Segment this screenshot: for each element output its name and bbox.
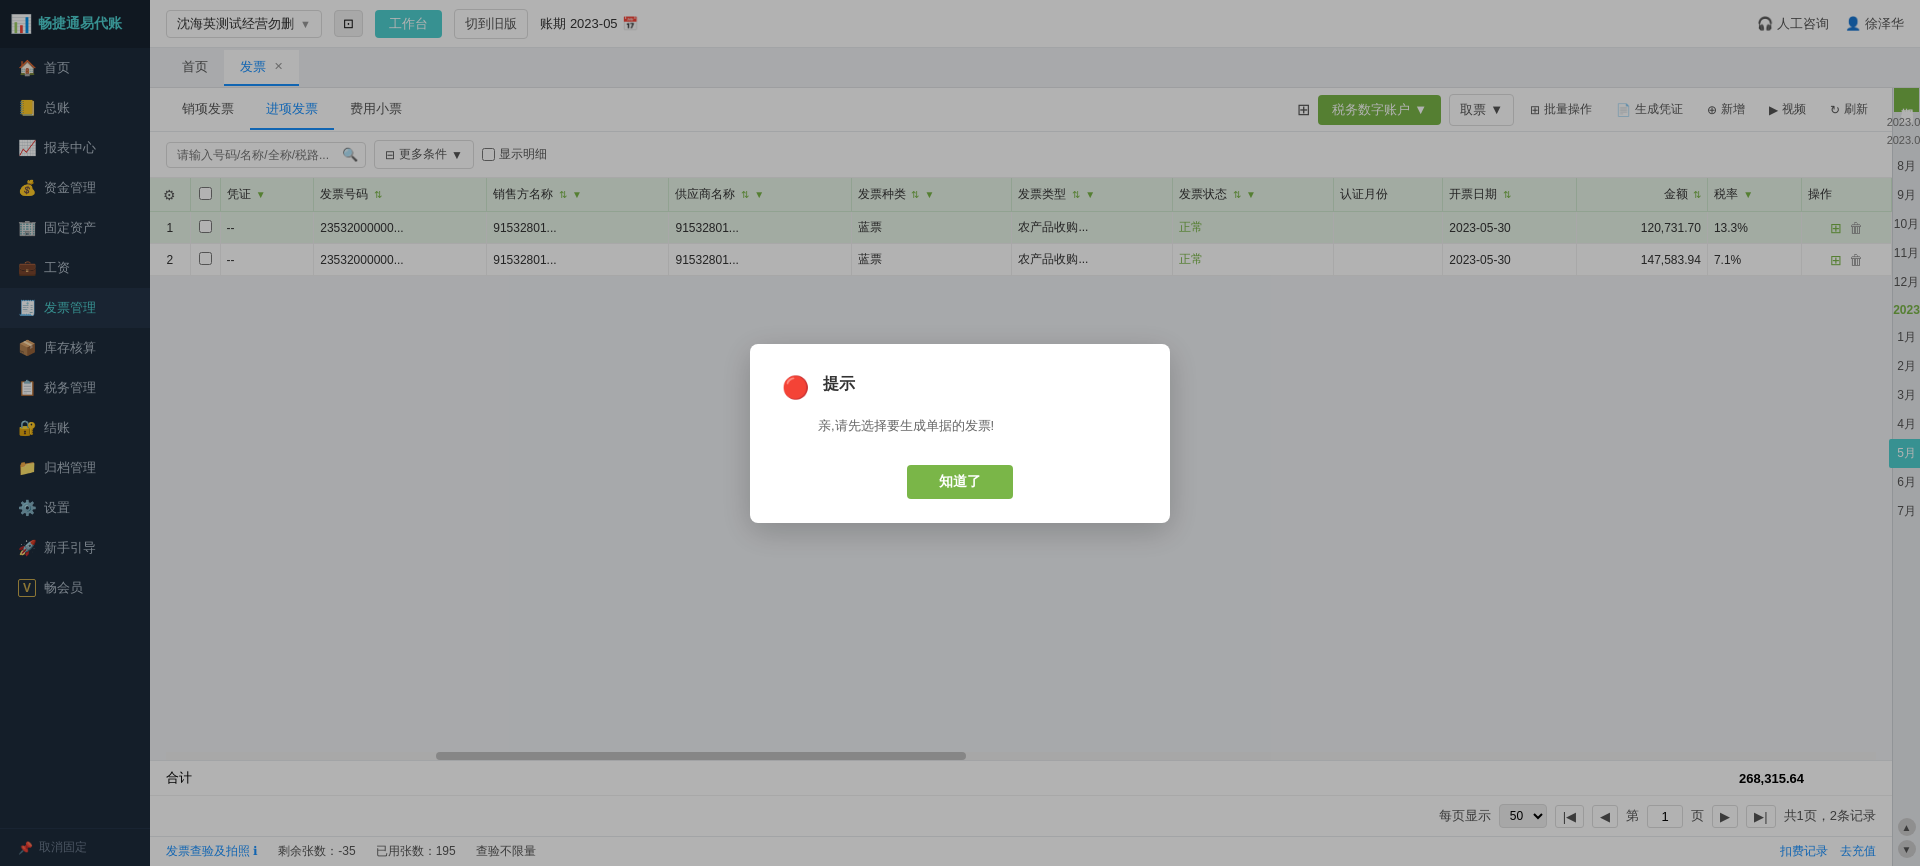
modal-overlay[interactable]: 🔴 提示 亲,请先选择要生成单据的发票! 知道了: [0, 0, 1920, 866]
modal-body: 🔴 提示 亲,请先选择要生成单据的发票!: [750, 344, 1170, 455]
modal-box: 🔴 提示 亲,请先选择要生成单据的发票! 知道了: [750, 344, 1170, 523]
modal-header: 🔴 提示: [782, 374, 1138, 401]
modal-title: 提示: [823, 374, 855, 395]
warning-icon: 🔴: [782, 375, 809, 401]
modal-message: 亲,请先选择要生成单据的发票!: [818, 417, 1138, 435]
modal-footer: 知道了: [750, 455, 1170, 523]
modal-confirm-button[interactable]: 知道了: [907, 465, 1013, 499]
